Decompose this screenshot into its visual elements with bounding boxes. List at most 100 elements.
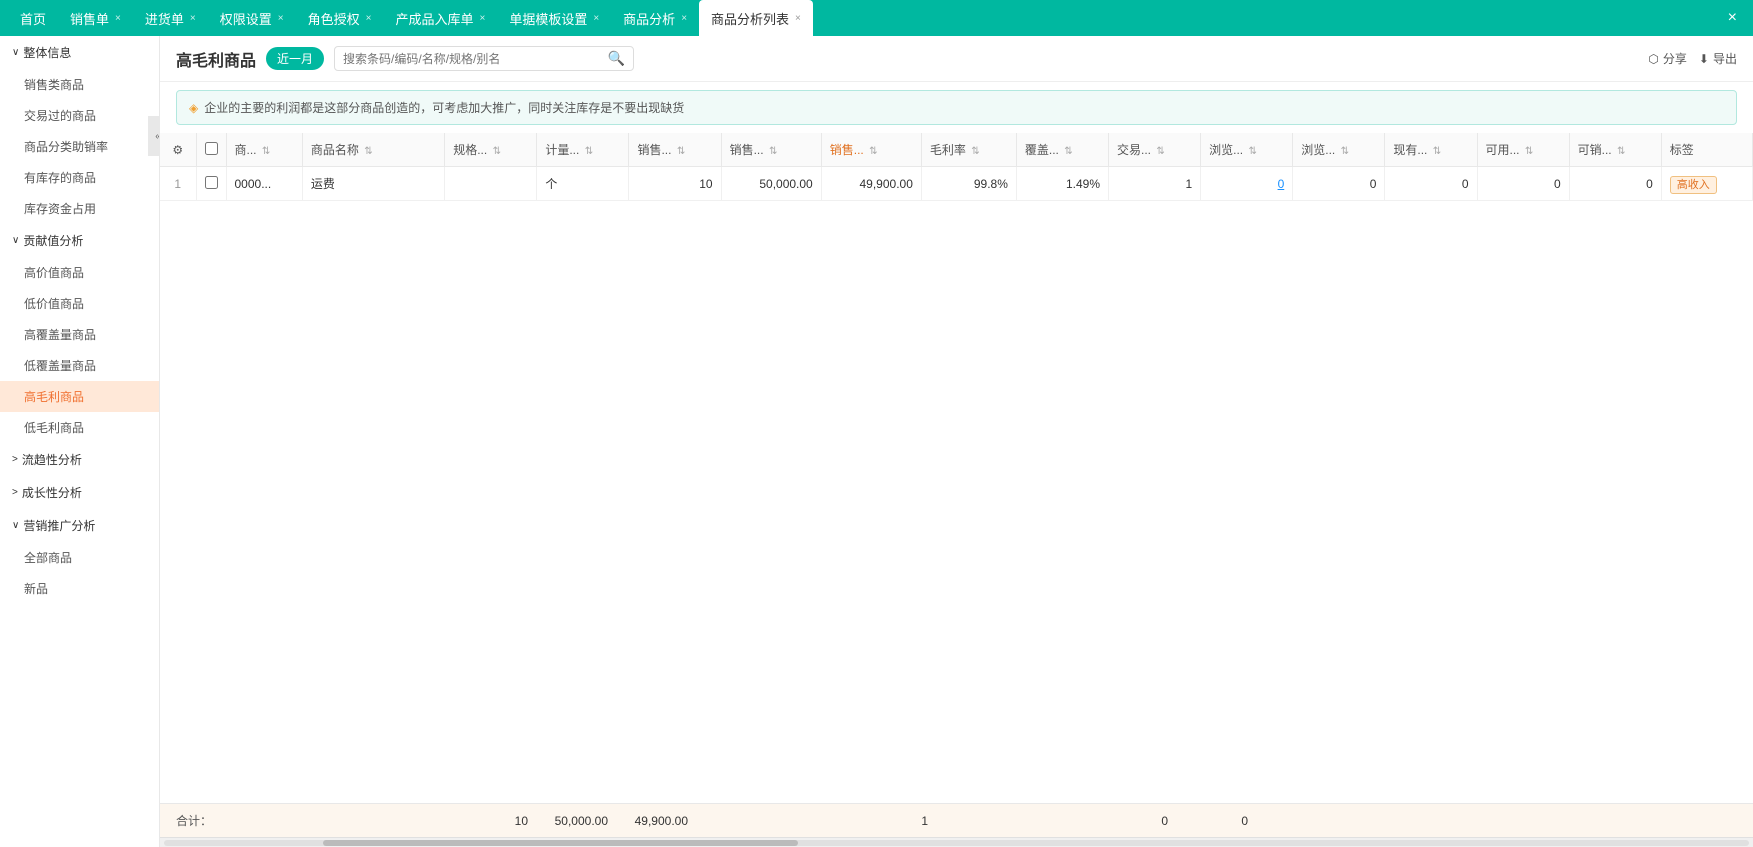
row-code: 0000...: [226, 167, 302, 201]
scrollbar-track: [164, 840, 1749, 846]
footer-available-stock: 0: [1176, 814, 1256, 828]
close-icon[interactable]: ×: [479, 13, 485, 24]
row-current-stock: 0: [1385, 167, 1477, 201]
close-all-tabs-button[interactable]: ×: [1720, 9, 1745, 27]
table-container: ⚙ 商... ⇅ 商品名称 ⇅: [160, 133, 1753, 803]
row-view2: 0: [1293, 167, 1385, 201]
scrollbar-thumb[interactable]: [323, 840, 799, 846]
settings-icon[interactable]: ⚙: [172, 143, 183, 157]
chevron-down-icon: ∨: [12, 47, 19, 58]
close-icon[interactable]: ×: [366, 13, 372, 24]
sidebar-item-traded-products[interactable]: 交易过的商品: [0, 100, 159, 131]
th-spec[interactable]: 规格... ⇅: [445, 133, 537, 167]
th-gross-margin[interactable]: 毛利率 ⇅: [921, 133, 1016, 167]
row-checkbox[interactable]: [205, 176, 218, 189]
sort-icon: ⇅: [677, 146, 685, 157]
close-icon[interactable]: ×: [278, 13, 284, 24]
th-view2[interactable]: 浏览... ⇅: [1293, 133, 1385, 167]
chevron-right-icon: >: [12, 487, 18, 498]
nav-tab-product-analysis[interactable]: 商品分析 ×: [611, 0, 699, 36]
select-all-checkbox[interactable]: [205, 142, 218, 155]
sidebar-item-low-margin[interactable]: 低毛利商品: [0, 412, 159, 443]
content-area: 高毛利商品 近一月 🔍 ⬡ 分享 ⬇ 导出 ◈ 企业的主要的利润都是这部分商品创…: [160, 36, 1753, 847]
th-tag[interactable]: 标签: [1661, 133, 1752, 167]
product-table: ⚙ 商... ⇅ 商品名称 ⇅: [160, 133, 1753, 201]
th-sales-profit[interactable]: 销售... ⇅: [821, 133, 921, 167]
export-icon: ⬇: [1699, 52, 1709, 66]
share-icon: ⬡: [1648, 52, 1658, 66]
footer-sales-qty: 10: [456, 814, 536, 828]
sidebar-collapse-button[interactable]: «: [148, 116, 160, 156]
th-unit[interactable]: 计量... ⇅: [537, 133, 629, 167]
th-code[interactable]: 商... ⇅: [226, 133, 302, 167]
sidebar-group-marketing[interactable]: ∨ 营销推广分析: [0, 509, 159, 542]
row-sales-amount: 50,000.00: [721, 167, 821, 201]
sidebar-item-sales-products[interactable]: 销售类商品: [0, 69, 159, 100]
search-icon[interactable]: 🔍: [608, 50, 625, 67]
footer-current-stock: 0: [1096, 814, 1176, 828]
sidebar-item-high-coverage[interactable]: 高覆盖量商品: [0, 319, 159, 350]
th-name[interactable]: 商品名称 ⇅: [302, 133, 444, 167]
horizontal-scrollbar[interactable]: [160, 837, 1753, 847]
th-available-stock[interactable]: 可用... ⇅: [1477, 133, 1569, 167]
filter-recent-month-button[interactable]: 近一月: [266, 47, 324, 70]
nav-tab-purchase[interactable]: 进货单 ×: [133, 0, 208, 36]
search-input[interactable]: [343, 52, 604, 66]
close-icon[interactable]: ×: [593, 13, 599, 24]
share-button[interactable]: ⬡ 分享: [1648, 50, 1687, 67]
sort-icon: ⇅: [1433, 146, 1441, 157]
sidebar-item-high-margin[interactable]: 高毛利商品: [0, 381, 159, 412]
sidebar-item-new-products[interactable]: 新品: [0, 573, 159, 604]
nav-tab-product-warehouse[interactable]: 产成品入库单 ×: [383, 0, 497, 36]
row-available-stock: 0: [1477, 167, 1569, 201]
sidebar-group-contribution[interactable]: ∨ 贡献值分析: [0, 224, 159, 257]
nav-tab-home[interactable]: 首页: [8, 0, 58, 36]
sidebar-group-growth[interactable]: > 成长性分析: [0, 476, 159, 509]
nav-tab-sales[interactable]: 销售单 ×: [58, 0, 133, 36]
sidebar-item-low-value[interactable]: 低价值商品: [0, 288, 159, 319]
th-view1[interactable]: 浏览... ⇅: [1201, 133, 1293, 167]
th-sellable-stock[interactable]: 可销... ⇅: [1569, 133, 1661, 167]
th-checkbox[interactable]: [196, 133, 226, 167]
close-icon[interactable]: ×: [190, 13, 196, 24]
sidebar-group-trend[interactable]: > 流趋性分析: [0, 443, 159, 476]
sort-icon: ⇅: [262, 146, 270, 157]
row-name: 运费: [302, 167, 444, 201]
sidebar-item-all-products[interactable]: 全部商品: [0, 542, 159, 573]
row-num: 1: [160, 167, 196, 201]
nav-tab-permission[interactable]: 权限设置 ×: [208, 0, 296, 36]
th-transaction[interactable]: 交易... ⇅: [1109, 133, 1201, 167]
sort-icon: ⇅: [364, 146, 372, 157]
nav-tab-template[interactable]: 单据模板设置 ×: [497, 0, 611, 36]
export-button[interactable]: ⬇ 导出: [1699, 50, 1737, 67]
footer-sales-profit: 49,900.00: [616, 814, 696, 828]
th-sales-amount[interactable]: 销售... ⇅: [721, 133, 821, 167]
nav-tab-product-analysis-list[interactable]: 商品分析列表 ×: [699, 0, 813, 36]
th-coverage[interactable]: 覆盖... ⇅: [1016, 133, 1108, 167]
row-sales-qty: 10: [629, 167, 721, 201]
th-current-stock[interactable]: 现有... ⇅: [1385, 133, 1477, 167]
th-sales-qty[interactable]: 销售... ⇅: [629, 133, 721, 167]
close-icon[interactable]: ×: [681, 13, 687, 24]
row-view1[interactable]: 0: [1201, 167, 1293, 201]
sidebar-item-category-sales-rate[interactable]: 商品分类助销率: [0, 131, 159, 162]
sort-icon: ⇅: [1156, 146, 1164, 157]
th-settings[interactable]: ⚙: [160, 133, 196, 167]
row-unit: 个: [537, 167, 629, 201]
chevron-down-icon: ∨: [12, 520, 19, 531]
table-row: 1 0000... 运费: [160, 167, 1753, 201]
close-icon[interactable]: ×: [115, 13, 121, 24]
sidebar-item-in-stock[interactable]: 有库存的商品: [0, 162, 159, 193]
nav-tab-role[interactable]: 角色授权 ×: [296, 0, 384, 36]
sidebar-item-low-coverage[interactable]: 低覆盖量商品: [0, 350, 159, 381]
close-icon[interactable]: ×: [795, 13, 801, 24]
table-header-row: ⚙ 商... ⇅ 商品名称 ⇅: [160, 133, 1753, 167]
chevron-down-icon: ∨: [12, 235, 19, 246]
sort-icon: ⇅: [1617, 146, 1625, 157]
sidebar-group-overall[interactable]: ∨ 整体信息: [0, 36, 159, 69]
row-checkbox-cell[interactable]: [196, 167, 226, 201]
row-sales-profit: 49,900.00: [821, 167, 921, 201]
sidebar-item-high-value[interactable]: 高价值商品: [0, 257, 159, 288]
sidebar-item-stock-capital[interactable]: 库存资金占用: [0, 193, 159, 224]
top-navigation: 首页 销售单 × 进货单 × 权限设置 × 角色授权 × 产成品入库单 × 单据…: [0, 0, 1753, 36]
